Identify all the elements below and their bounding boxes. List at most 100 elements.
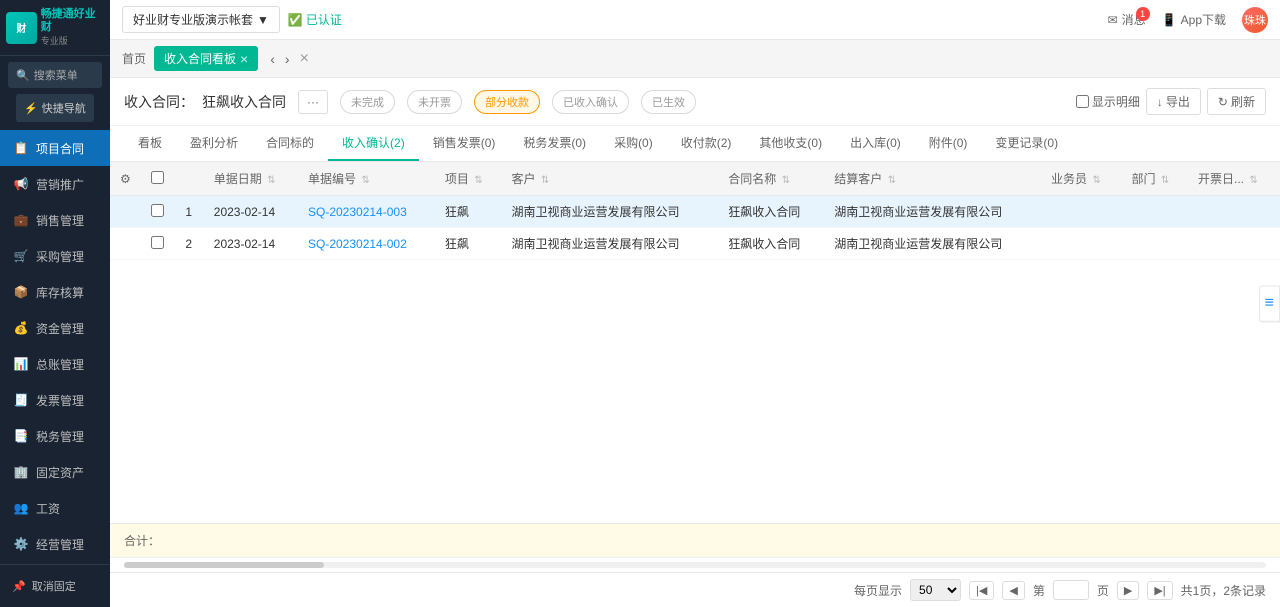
nav-close-button[interactable]: × <box>296 48 313 70</box>
tab-contract-standard[interactable]: 合同标的 <box>252 126 328 161</box>
settlement-customer-header: 结算客户 ⇅ <box>824 162 1041 196</box>
page-number-input[interactable]: 1 <box>1053 580 1089 600</box>
sidebar-bottom: 📌 取消固定 <box>0 564 110 607</box>
sort-icon[interactable]: ⇅ <box>1249 175 1257 186</box>
select-all-checkbox[interactable] <box>151 171 164 184</box>
sidebar-item-fund[interactable]: 💰 资金管理 <box>0 310 110 346</box>
sort-icon[interactable]: ⇅ <box>1161 175 1169 186</box>
detail-toggle-checkbox[interactable] <box>1076 95 1089 108</box>
row-bill-no: SQ-20230214-003 <box>298 196 435 228</box>
row-bill-date: 2023-02-14 <box>204 196 298 228</box>
sidebar-item-invoice[interactable]: 🧾 发票管理 <box>0 382 110 418</box>
per-page-select[interactable]: 50 20 100 <box>910 579 961 601</box>
refresh-button[interactable]: ↻ 刷新 <box>1207 88 1266 115</box>
user-avatar[interactable]: 珠珠 <box>1242 7 1268 33</box>
topbar: 好业财专业版演示帐套 ▼ ✅ 已认证 ✉ 1 消息 📱 App下载 珠珠 <box>110 0 1280 40</box>
sort-icon[interactable]: ⇅ <box>782 175 790 186</box>
row-customer: 湖南卫视商业运营发展有限公司 <box>501 196 718 228</box>
sidebar-item-fixed-assets[interactable]: 🏢 固定资产 <box>0 454 110 490</box>
sort-icon[interactable]: ⇅ <box>888 175 896 186</box>
sidebar-item-marketing[interactable]: 📢 营销推广 <box>0 166 110 202</box>
sort-icon[interactable]: ⇅ <box>361 175 369 186</box>
home-breadcrumb[interactable]: 首页 <box>122 50 146 67</box>
inventory-icon: 📦 <box>12 283 30 301</box>
prev-page-button[interactable]: ◀ <box>1002 581 1024 600</box>
gear-icon[interactable]: ⚙ <box>120 172 131 186</box>
close-tab-button[interactable]: × <box>240 51 248 67</box>
nav-forward-button[interactable]: › <box>281 49 294 69</box>
sidebar-item-tax[interactable]: 📑 税务管理 <box>0 418 110 454</box>
first-page-button[interactable]: |◀ <box>969 581 994 600</box>
status-partial-button[interactable]: 部分收款 <box>474 90 540 114</box>
row-bill-date2 <box>1188 196 1280 228</box>
bill-date-header: 单据日期 ⇅ <box>204 162 298 196</box>
bill-no-link[interactable]: SQ-20230214-003 <box>308 205 407 219</box>
sidebar-item-inventory[interactable]: 📦 库存核算 <box>0 274 110 310</box>
search-menu-button[interactable]: 🔍 搜索菜单 <box>8 62 102 88</box>
app-download-button[interactable]: 📱 App下载 <box>1162 11 1226 28</box>
tab-warehouse[interactable]: 出入库(0) <box>836 126 915 161</box>
unpin-button[interactable]: 📌 取消固定 <box>0 571 110 601</box>
nav-icon: ⚡ <box>24 102 38 115</box>
message-icon: ✉ <box>1108 13 1118 27</box>
status-effective-button[interactable]: 已生效 <box>641 90 696 114</box>
sort-icon[interactable]: ⇅ <box>1092 175 1100 186</box>
next-page-button[interactable]: ▶ <box>1117 581 1139 600</box>
more-options-button[interactable]: ··· <box>298 90 328 114</box>
company-selector[interactable]: 好业财专业版演示帐套 ▼ <box>122 6 280 33</box>
bill-no-link[interactable]: SQ-20230214-002 <box>308 237 407 251</box>
sub-tabs: 看板 盈利分析 合同标的 收入确认(2) 销售发票(0) 税务发票(0) 采购(… <box>110 126 1280 162</box>
tab-income-confirm[interactable]: 收入确认(2) <box>328 126 419 161</box>
tab-other-income[interactable]: 其他收支(0) <box>745 126 836 161</box>
tab-change-records[interactable]: 变更记录(0) <box>981 126 1072 161</box>
tab-payment[interactable]: 收付款(2) <box>667 126 746 161</box>
check-circle-icon: ✅ <box>288 13 303 27</box>
sidebar-item-general-ledger[interactable]: 📊 总账管理 <box>0 346 110 382</box>
project-icon: 📋 <box>12 139 30 157</box>
row-checkbox-cell <box>141 196 174 228</box>
topbar-right: ✉ 1 消息 📱 App下载 珠珠 <box>1108 7 1268 33</box>
dock-button[interactable]: ≡ <box>1260 286 1279 321</box>
status-uninvoiced-button[interactable]: 未开票 <box>407 90 462 114</box>
tab-kanban[interactable]: 看板 <box>124 126 176 161</box>
settings-header: ⚙ <box>110 162 141 196</box>
detail-toggle[interactable]: 显示明细 <box>1076 93 1140 110</box>
content-panel: 收入合同： 狂飙收入合同 ··· 未完成 未开票 部分收款 已收入确认 已生效 <box>110 78 1280 607</box>
quick-nav-button[interactable]: ⚡ 快捷导航 <box>16 94 94 122</box>
active-tab-pill[interactable]: 收入合同看板 × <box>154 46 258 71</box>
pagination: 每页显示 50 20 100 |◀ ◀ 第 1 页 ▶ ▶| 共1页，2条记录 <box>110 572 1280 607</box>
sidebar-item-project-contract[interactable]: 📋 项目合同 <box>0 130 110 166</box>
tab-tax-invoice[interactable]: 税务发票(0) <box>509 126 600 161</box>
row-settings-cell <box>110 196 141 228</box>
tab-attachments[interactable]: 附件(0) <box>915 126 982 161</box>
search-icon: 🔍 <box>16 69 30 82</box>
sort-icon[interactable]: ⇅ <box>267 175 275 186</box>
status-incomplete-button[interactable]: 未完成 <box>340 90 395 114</box>
nav-back-button[interactable]: ‹ <box>266 49 279 69</box>
tab-purchase[interactable]: 采购(0) <box>600 126 667 161</box>
sidebar-item-purchase[interactable]: 🛒 采购管理 <box>0 238 110 274</box>
right-dock: ≡ <box>1259 285 1280 322</box>
status-confirmed-button[interactable]: 已收入确认 <box>552 90 629 114</box>
pin-icon: 📌 <box>12 580 26 593</box>
sidebar-item-sales[interactable]: 💼 销售管理 <box>0 202 110 238</box>
header-right-actions: 显示明细 ↓ 导出 ↻ 刷新 <box>1076 88 1266 115</box>
main-content: 好业财专业版演示帐套 ▼ ✅ 已认证 ✉ 1 消息 📱 App下载 珠珠 <box>110 0 1280 607</box>
sort-icon[interactable]: ⇅ <box>474 175 482 186</box>
tab-profit[interactable]: 盈利分析 <box>176 126 252 161</box>
export-button[interactable]: ↓ 导出 <box>1146 88 1201 115</box>
fund-icon: 💰 <box>12 319 30 337</box>
last-page-button[interactable]: ▶| <box>1147 581 1172 600</box>
scroll-thumb[interactable] <box>124 562 324 568</box>
sort-icon[interactable]: ⇅ <box>541 175 549 186</box>
table-row[interactable]: 2 2023-02-14 SQ-20230214-002 狂飙 湖南卫视商业运营… <box>110 228 1280 260</box>
sidebar-item-hr[interactable]: 👥 工资 <box>0 490 110 526</box>
row-checkbox[interactable] <box>151 236 164 249</box>
row-department <box>1121 196 1188 228</box>
table-row[interactable]: 1 2023-02-14 SQ-20230214-003 狂飙 湖南卫视商业运营… <box>110 196 1280 228</box>
message-button[interactable]: ✉ 1 消息 <box>1108 11 1146 28</box>
row-checkbox[interactable] <box>151 204 164 217</box>
sidebar-item-operations[interactable]: ⚙️ 经营管理 <box>0 526 110 562</box>
table-body: 1 2023-02-14 SQ-20230214-003 狂飙 湖南卫视商业运营… <box>110 196 1280 260</box>
tab-sales-invoice[interactable]: 销售发票(0) <box>419 126 510 161</box>
